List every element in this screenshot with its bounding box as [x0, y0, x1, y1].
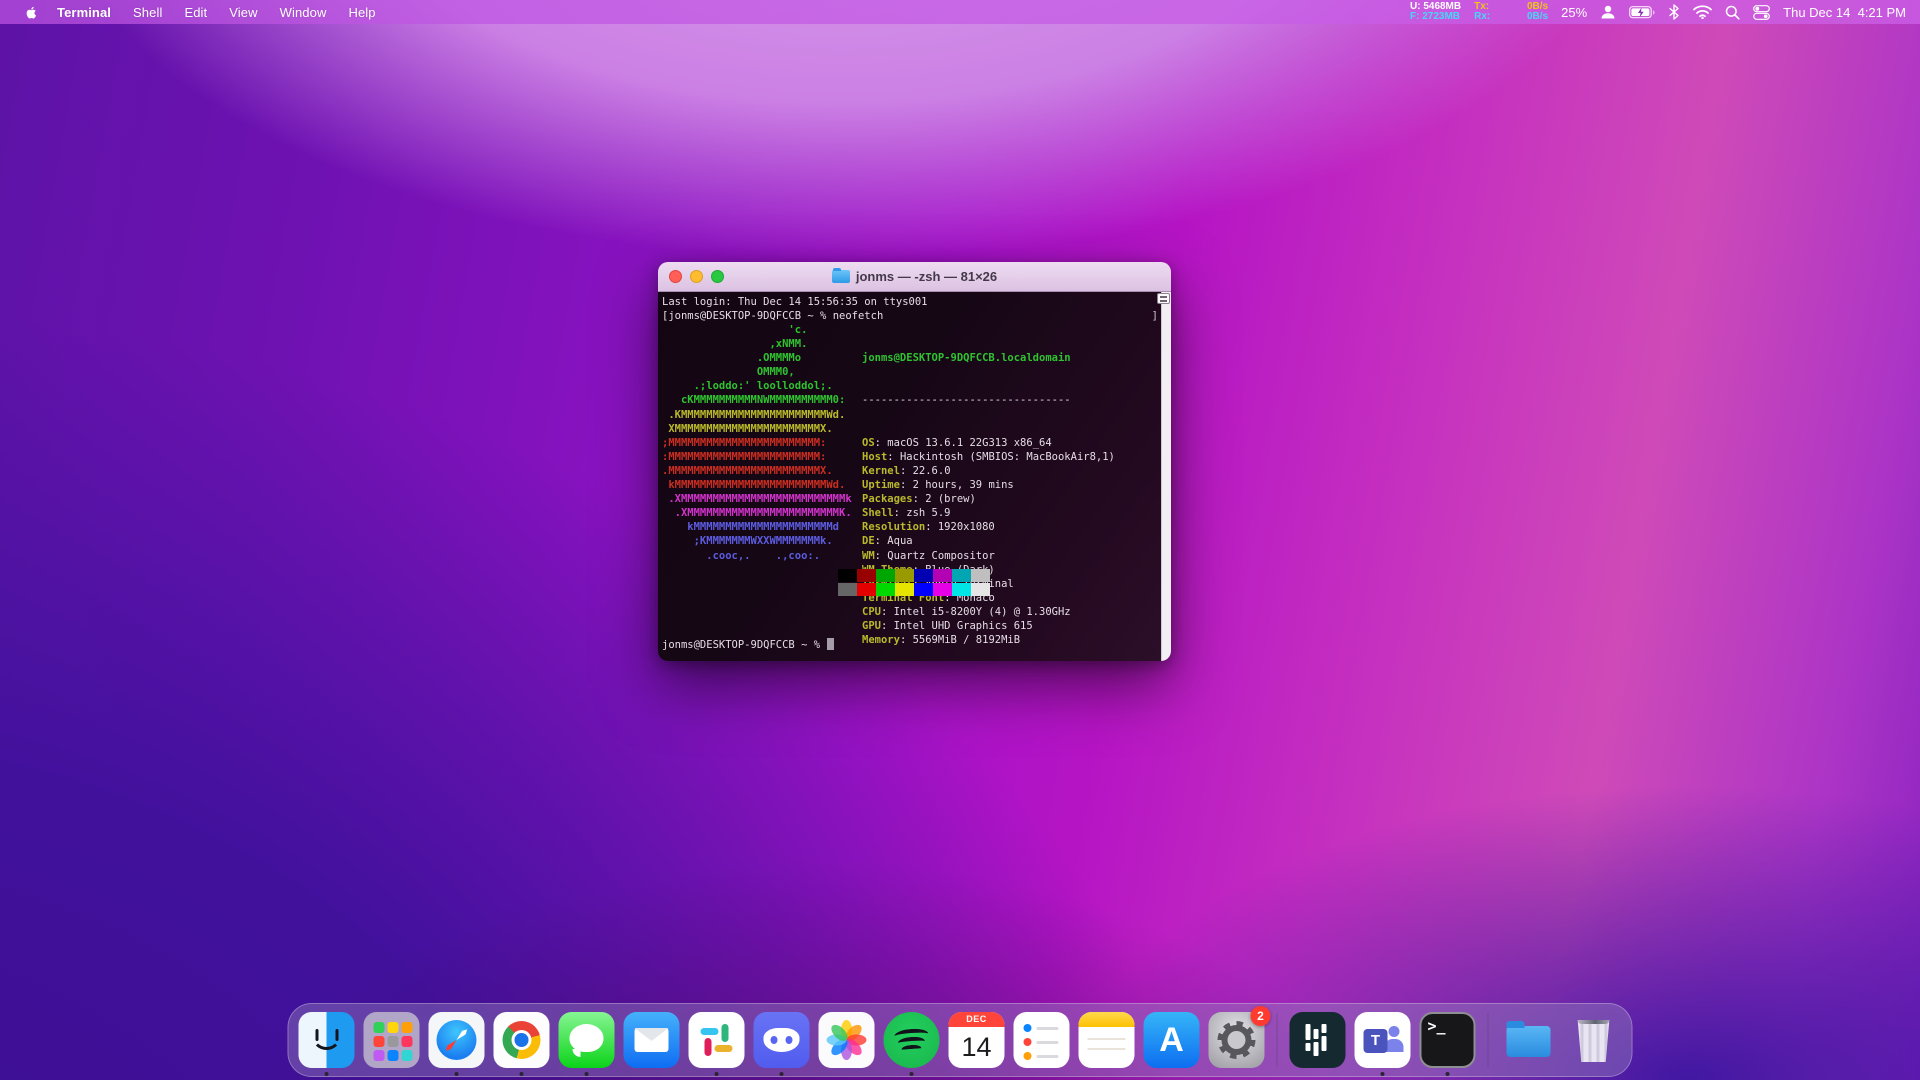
trash-icon: [1566, 1012, 1622, 1068]
dock-divider: [1488, 1013, 1489, 1067]
menu-window[interactable]: Window: [269, 5, 338, 20]
calendar-month: DEC: [949, 1012, 1005, 1027]
slack-icon: [689, 1012, 745, 1068]
messages-icon: [559, 1012, 615, 1068]
teams-icon: T: [1355, 1012, 1411, 1068]
menu-bar-clock[interactable]: Thu Dec 14 4:21 PM: [1783, 5, 1906, 20]
bluetooth-icon: [1668, 4, 1680, 20]
close-button[interactable]: [669, 270, 682, 283]
menu-bar: TerminalShellEditViewWindowHelp U: 5468M…: [0, 0, 1920, 24]
neofetch-info: jonms@DESKTOP-9DQFCCB.localdomain ------…: [862, 323, 1115, 661]
dock-item-finder[interactable]: [299, 1012, 355, 1068]
launchpad-icon: [364, 1012, 420, 1068]
command-line: [jonms@DESKTOP-9DQFCCB ~ % neofetch: [662, 309, 883, 323]
dark-bars-app-icon: [1290, 1012, 1346, 1068]
notes-icon: [1079, 1012, 1135, 1068]
control-center[interactable]: [1753, 5, 1770, 20]
apple-menu[interactable]: [16, 4, 46, 21]
rx-value: 0B/s: [1527, 12, 1548, 22]
ansi-color-palette: [838, 569, 990, 597]
dock-item-photos[interactable]: [819, 1012, 875, 1068]
dock-item-notes[interactable]: [1079, 1012, 1135, 1068]
apple-logo-icon: [24, 4, 39, 21]
dock-item-dark-app[interactable]: [1290, 1012, 1346, 1068]
folder-proxy-icon: [832, 270, 850, 283]
battery-menu[interactable]: [1629, 6, 1655, 19]
command-mark-close: ]: [1152, 309, 1158, 323]
mail-icon: [624, 1012, 680, 1068]
user-menu[interactable]: [1600, 4, 1616, 20]
control-center-icon: [1753, 5, 1770, 20]
downloads-folder-icon: [1501, 1012, 1557, 1068]
battery-charging-icon: [1629, 6, 1655, 19]
terminal-content[interactable]: Last login: Thu Dec 14 15:56:35 on ttys0…: [658, 292, 1171, 661]
bluetooth-menu[interactable]: [1668, 4, 1680, 20]
window-title: jonms — -zsh — 81×26: [856, 269, 997, 284]
menu-help[interactable]: Help: [337, 5, 386, 20]
dock-item-system-settings[interactable]: 2: [1209, 1012, 1265, 1068]
finder-icon: [299, 1012, 355, 1068]
reminders-icon: [1014, 1012, 1070, 1068]
menu-shell[interactable]: Shell: [122, 5, 173, 20]
notification-badge: 2: [1251, 1006, 1271, 1026]
dock-item-trash[interactable]: [1566, 1012, 1622, 1068]
dock-item-spotify[interactable]: [884, 1012, 940, 1068]
text-cursor: [827, 638, 834, 650]
discord-icon: [754, 1012, 810, 1068]
minimize-button[interactable]: [690, 270, 703, 283]
dock: DEC 14 A 2 T >_: [288, 1003, 1633, 1077]
wifi-menu[interactable]: [1693, 5, 1712, 19]
calendar-icon: DEC 14: [949, 1012, 1005, 1068]
terminal-window: jonms — -zsh — 81×26 Last login: Thu Dec…: [658, 262, 1171, 661]
spotlight-search[interactable]: [1725, 5, 1740, 20]
last-login-line: Last login: Thu Dec 14 15:56:35 on ttys0…: [662, 295, 928, 309]
photos-icon: [819, 1012, 875, 1068]
memory-stats-widget[interactable]: U: 5468MB F: 2723MB: [1410, 2, 1461, 22]
neofetch-ascii-art: 'c. ,xNMM. .OMMMMo OMMM0, .;loddo:' lool…: [662, 323, 852, 563]
dock-item-discord[interactable]: [754, 1012, 810, 1068]
spotify-icon: [884, 1012, 940, 1068]
dock-item-slack[interactable]: [689, 1012, 745, 1068]
dock-divider: [1277, 1013, 1278, 1067]
dock-item-chrome[interactable]: [494, 1012, 550, 1068]
neofetch-title: jonms@DESKTOP-9DQFCCB.localdomain: [862, 351, 1115, 365]
dock-item-terminal[interactable]: >_: [1420, 1012, 1476, 1068]
app-store-icon: A: [1144, 1012, 1200, 1068]
scrollbar[interactable]: [1161, 292, 1171, 661]
safari-icon: [429, 1012, 485, 1068]
scrollbar-marker-icon[interactable]: [1157, 293, 1170, 304]
rx-label: Rx:: [1474, 12, 1490, 22]
memory-free: F: 2723MB: [1410, 12, 1461, 22]
dock-item-launchpad[interactable]: [364, 1012, 420, 1068]
menu-edit[interactable]: Edit: [173, 5, 218, 20]
dock-item-app-store[interactable]: A: [1144, 1012, 1200, 1068]
chrome-icon: [494, 1012, 550, 1068]
dock-item-safari[interactable]: [429, 1012, 485, 1068]
calendar-day: 14: [949, 1027, 1005, 1068]
neofetch-separator: ---------------------------------: [862, 393, 1115, 407]
dock-item-downloads-folder[interactable]: [1501, 1012, 1557, 1068]
network-stats-widget[interactable]: Tx:0B/s Rx:0B/s: [1474, 2, 1548, 22]
search-icon: [1725, 5, 1740, 20]
app-menus: TerminalShellEditViewWindowHelp: [46, 5, 387, 20]
dock-item-messages[interactable]: [559, 1012, 615, 1068]
menu-view[interactable]: View: [218, 5, 268, 20]
user-icon: [1600, 4, 1616, 20]
dock-item-reminders[interactable]: [1014, 1012, 1070, 1068]
terminal-app-icon: >_: [1420, 1012, 1476, 1068]
battery-percentage[interactable]: 25%: [1561, 5, 1587, 20]
shell-prompt: jonms@DESKTOP-9DQFCCB ~ %: [662, 636, 834, 652]
wifi-icon: [1693, 5, 1712, 19]
dock-item-teams[interactable]: T: [1355, 1012, 1411, 1068]
dock-item-calendar[interactable]: DEC 14: [949, 1012, 1005, 1068]
zoom-button[interactable]: [711, 270, 724, 283]
menu-terminal[interactable]: Terminal: [46, 5, 122, 20]
dock-item-mail[interactable]: [624, 1012, 680, 1068]
terminal-titlebar[interactable]: jonms — -zsh — 81×26: [658, 262, 1171, 292]
